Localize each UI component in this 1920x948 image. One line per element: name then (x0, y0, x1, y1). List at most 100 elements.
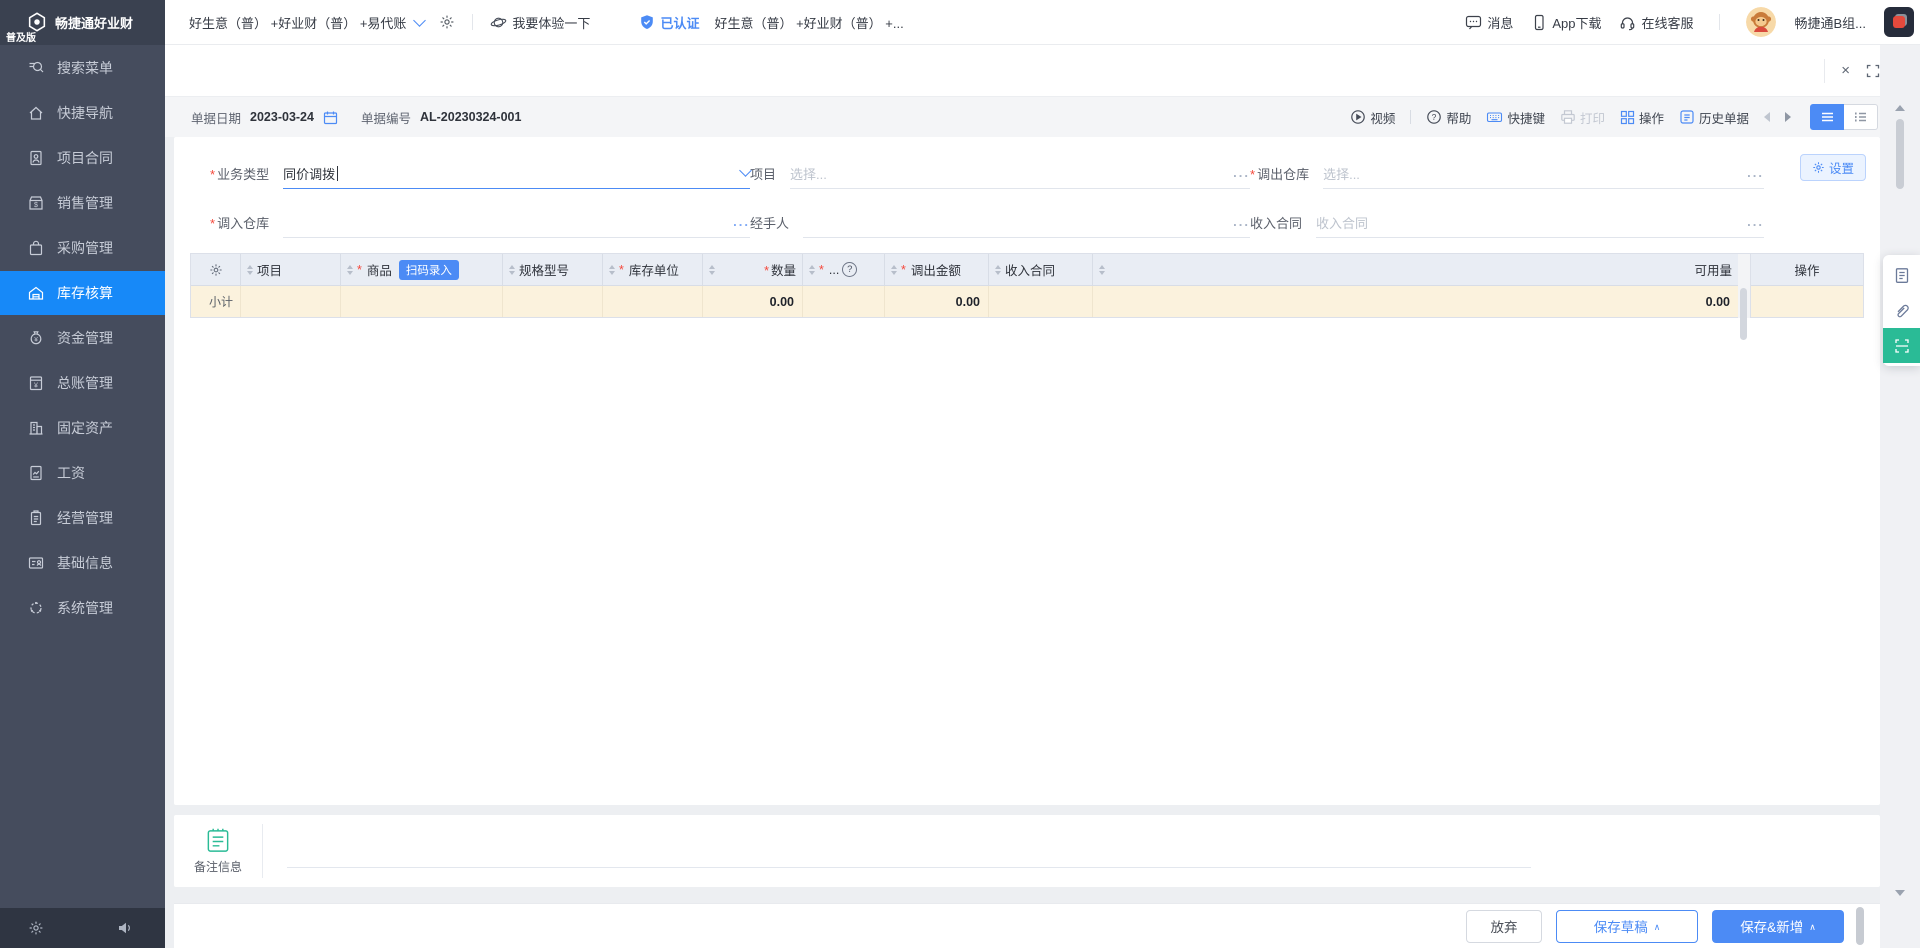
save-draft-button[interactable]: 保存草稿 ∧ (1556, 909, 1698, 943)
attachment-paperclip-icon[interactable] (1883, 293, 1920, 328)
online-service-button[interactable]: 在线客服 (1619, 13, 1693, 32)
remark-input[interactable] (287, 834, 1531, 868)
scan-input-button[interactable]: 扫码录入 (398, 259, 459, 280)
sidebar-footer (0, 908, 165, 948)
sidebar-item-sales[interactable]: $ 销售管理 (0, 181, 165, 225)
biz-type-select[interactable]: 同价调拨 (283, 158, 752, 189)
income-contract-select[interactable]: 收入合同 ... (1316, 207, 1764, 238)
related-docs-icon[interactable] (1883, 258, 1920, 293)
sidebar-item-basic-info[interactable]: 基础信息 (0, 541, 165, 585)
hotkeys-button[interactable]: 快捷键 (1486, 108, 1545, 127)
video-button[interactable]: 视频 (1350, 108, 1395, 127)
sort-icon[interactable] (709, 264, 715, 275)
scrollbar-thumb[interactable] (1740, 288, 1747, 340)
more-options-icon[interactable]: ... (1233, 215, 1250, 228)
close-tabs-icon[interactable]: × (1841, 62, 1850, 79)
gear-icon[interactable] (439, 14, 455, 30)
sidebar-item-purchase[interactable]: 采购管理 (0, 226, 165, 270)
sidebar-item-fixed-assets[interactable]: 固定资产 (0, 406, 165, 450)
header-qty[interactable]: * 数量 (703, 254, 803, 285)
handler-select[interactable]: ... (803, 207, 1250, 238)
user-name[interactable]: 畅捷通B组... (1794, 13, 1866, 32)
sort-icon[interactable] (1099, 264, 1105, 275)
header-unit[interactable]: * 库存单位 (603, 254, 703, 285)
sort-icon[interactable] (609, 264, 615, 275)
column-settings-gear-icon[interactable] (191, 254, 241, 285)
save-and-new-button[interactable]: 保存&新增 ∧ (1712, 909, 1844, 943)
header-contract[interactable]: 收入合同 (989, 254, 1093, 285)
settings-gear-icon[interactable] (28, 920, 44, 936)
cancel-button[interactable]: 放弃 (1466, 909, 1542, 943)
system-gear-icon (27, 599, 45, 617)
header-available[interactable]: 可用量 (1093, 254, 1738, 285)
scroll-up-icon[interactable] (1895, 105, 1905, 111)
table-scrollbar[interactable] (1738, 254, 1751, 340)
experience-link[interactable]: 我要体验一下 (490, 13, 590, 32)
sidebar-item-funds[interactable]: ¥ 资金管理 (0, 316, 165, 360)
operations-button[interactable]: 操作 (1620, 108, 1664, 127)
more-options-icon[interactable]: ... (1747, 166, 1764, 179)
remark-label-block: 备注信息 (174, 824, 263, 878)
sidebar-item-inventory[interactable]: 库存核算 (0, 271, 165, 315)
warehouse-icon (27, 284, 45, 302)
scan-tool-icon[interactable] (1883, 328, 1920, 363)
doc-date-value[interactable]: 2023-03-24 (250, 110, 314, 124)
in-warehouse-select[interactable]: ... (283, 207, 750, 238)
doc-no-label: 单据编号 (360, 111, 411, 126)
header-price[interactable]: * ... ? (803, 254, 885, 285)
sort-icon[interactable] (809, 264, 815, 275)
print-button[interactable]: 打印 (1560, 108, 1605, 127)
sidebar-item-search-menu[interactable]: 搜索菜单 (0, 46, 165, 90)
scrollbar-thumb[interactable] (1856, 907, 1864, 945)
divider (1410, 110, 1412, 124)
next-doc-icon[interactable] (1785, 112, 1791, 122)
sort-icon[interactable] (509, 264, 515, 275)
header-project[interactable]: 项目 (241, 254, 341, 285)
clipboard-icon (27, 509, 45, 527)
history-button[interactable]: 历史单据 (1679, 108, 1749, 127)
svg-text:¥: ¥ (34, 336, 38, 343)
announcement-speaker-icon[interactable] (117, 920, 133, 936)
topbar: 畅捷通好业财 普及版 好生意（普） +好业财（普） +易代账 我要体验一下 已认… (0, 0, 1920, 45)
calendar-icon[interactable] (323, 110, 338, 125)
user-avatar[interactable] (1746, 7, 1777, 37)
header-form: * 业务类型 同价调拨 项目 选择... ... * 调出仓库 选择... ..… (174, 137, 1880, 247)
sort-icon[interactable] (247, 264, 253, 275)
messages-button[interactable]: 消息 (1465, 13, 1513, 32)
header-spec[interactable]: 规格型号 (503, 254, 603, 285)
project-select[interactable]: 选择... ... (790, 158, 1250, 189)
sidebar-item-quick-nav[interactable]: 快捷导航 (0, 91, 165, 135)
more-options-icon[interactable]: ... (1233, 166, 1250, 179)
help-icon[interactable]: ? (842, 262, 858, 277)
subtotal-qty: 0.00 (703, 286, 803, 317)
list-view-button[interactable] (1810, 104, 1844, 130)
header-amount[interactable]: * 调出金额 (885, 254, 989, 285)
sort-icon[interactable] (995, 264, 1001, 275)
certified-badge[interactable]: 已认证 (639, 13, 699, 32)
out-warehouse-select[interactable]: 选择... ... (1323, 158, 1764, 189)
sidebar-item-system[interactable]: 系统管理 (0, 586, 165, 630)
app-download-button[interactable]: App下载 (1531, 13, 1601, 32)
settings-button[interactable]: 设置 (1800, 154, 1866, 181)
doc-no-value[interactable]: AL-20230324-001 (420, 110, 521, 124)
sort-icon[interactable] (891, 264, 897, 275)
product-selector[interactable]: 好生意（普） +好业财（普） +易代账 (189, 13, 406, 32)
scrollbar-thumb[interactable] (1896, 119, 1904, 189)
help-button[interactable]: ? 帮助 (1426, 108, 1471, 127)
chevron-down-icon[interactable] (413, 13, 427, 27)
sidebar-item-business[interactable]: 经营管理 (0, 496, 165, 540)
svg-text:$: $ (34, 202, 38, 209)
sidebar-item-ledger[interactable]: ¥ 总账管理 (0, 361, 165, 405)
sort-icon[interactable] (347, 264, 353, 275)
sidebar-item-project-contract[interactable]: 项目合同 (0, 136, 165, 180)
fullscreen-icon[interactable] (1866, 64, 1880, 78)
prev-doc-icon[interactable] (1764, 112, 1770, 122)
scroll-down-icon[interactable] (1895, 890, 1905, 896)
more-options-icon[interactable]: ... (1747, 215, 1764, 228)
sidebar-item-payroll[interactable]: 工资 (0, 451, 165, 495)
certified-products: 好生意（普） +好业财（普） +... (714, 15, 904, 31)
detail-view-button[interactable] (1844, 104, 1878, 130)
corner-widget-icon[interactable] (1884, 7, 1914, 37)
more-options-icon[interactable]: ... (733, 215, 750, 228)
header-goods[interactable]: * 商品 扫码录入 (341, 254, 503, 285)
